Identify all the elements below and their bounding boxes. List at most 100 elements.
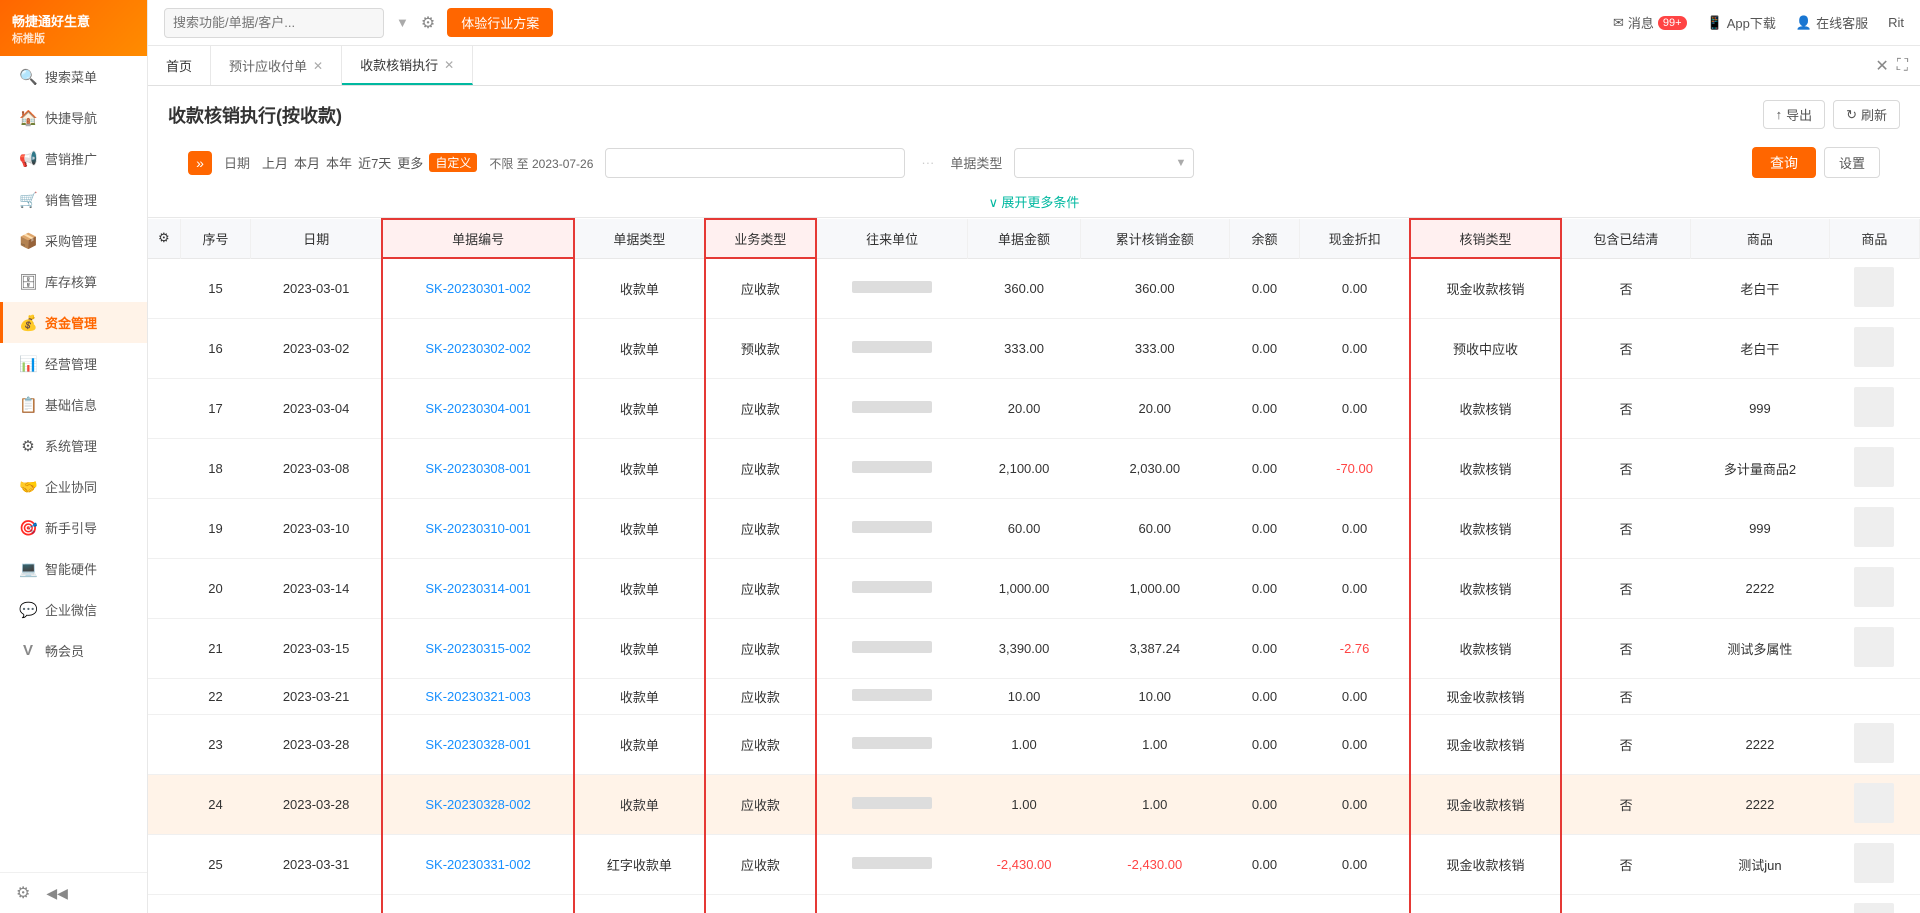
sidebar-item-hardware[interactable]: 💻 智能硬件 bbox=[0, 548, 147, 589]
td-cancel-type: 现金收款核销 bbox=[1410, 714, 1560, 774]
td-amount: 360.00 bbox=[968, 258, 1081, 318]
sidebar-item-purchase[interactable]: 📦 采购管理 bbox=[0, 220, 147, 261]
td-biz-type: 应收款 bbox=[705, 774, 816, 834]
voucher-no-link[interactable]: SK-20230310-001 bbox=[425, 521, 531, 536]
sidebar-item-marketing[interactable]: 📢 营销推广 bbox=[0, 138, 147, 179]
td-balance: 0.00 bbox=[1229, 258, 1300, 318]
td-date: 2023-03-31 bbox=[251, 834, 383, 894]
td-cancel-type: 现金收款核销 bbox=[1410, 774, 1560, 834]
td-cancel-type: 收款核销 bbox=[1410, 498, 1560, 558]
user-name: Rit bbox=[1888, 15, 1904, 30]
voucher-no-link[interactable]: SK-20230331-002 bbox=[425, 857, 531, 872]
td-biz-type: 预收款 bbox=[705, 894, 816, 913]
tab-payable[interactable]: 预计应收付单 ✕ bbox=[211, 46, 342, 85]
th-settings[interactable]: ⚙ bbox=[148, 219, 180, 258]
tab-close-icon[interactable]: ✕ bbox=[313, 59, 323, 73]
close-all-icon[interactable]: ✕ bbox=[1875, 56, 1888, 76]
filter-separator: ··· bbox=[917, 155, 938, 170]
td-amount: 20.00 bbox=[968, 378, 1081, 438]
export-button[interactable]: ↑ 导出 bbox=[1763, 100, 1826, 129]
tab-home[interactable]: 首页 bbox=[148, 46, 211, 85]
user-name-area[interactable]: Rit bbox=[1888, 15, 1904, 30]
online-service-area[interactable]: 👤 在线客服 bbox=[1796, 13, 1868, 32]
td-partner bbox=[816, 258, 968, 318]
filter-bar: » 日期 上月 本月 本年 近7天 更多 自定义 不限 至 2023-07-26… bbox=[168, 137, 1900, 188]
date-7days[interactable]: 近7天 bbox=[358, 153, 391, 172]
collapse-icon[interactable]: ◀◀ bbox=[46, 885, 68, 902]
td-biz-type: 应收款 bbox=[705, 438, 816, 498]
voucher-no-link[interactable]: SK-20230321-003 bbox=[425, 689, 531, 704]
voucher-no-link[interactable]: SK-20230302-002 bbox=[425, 341, 531, 356]
partner-input[interactable] bbox=[605, 148, 905, 178]
td-cancel-type: 收款核销 bbox=[1410, 438, 1560, 498]
sidebar-item-label: 畅会员 bbox=[45, 641, 84, 660]
expand-icon[interactable]: ⛶ bbox=[1897, 57, 1908, 75]
sidebar-item-member[interactable]: V 畅会员 bbox=[0, 630, 147, 671]
table-row: 23 2023-03-28 SK-20230328-001 收款单 应收款 1.… bbox=[148, 714, 1920, 774]
gear-icon[interactable]: ⚙ bbox=[421, 13, 435, 33]
voucher-no-link[interactable]: SK-20230304-001 bbox=[425, 401, 531, 416]
sidebar-item-search[interactable]: 🔍 搜索菜单 bbox=[0, 56, 147, 97]
td-amount: 1.00 bbox=[968, 714, 1081, 774]
sidebar-item-basic[interactable]: 📋 基础信息 bbox=[0, 384, 147, 425]
message-area[interactable]: ✉ 消息 99+ bbox=[1613, 13, 1687, 32]
voucher-type-input[interactable] bbox=[1014, 148, 1194, 178]
industry-solution-button[interactable]: 体验行业方案 bbox=[447, 8, 553, 37]
sidebar-item-guide[interactable]: 🎯 新手引导 bbox=[0, 507, 147, 548]
date-this-year[interactable]: 本年 bbox=[326, 153, 352, 172]
sidebar-item-label: 销售管理 bbox=[45, 190, 97, 209]
settings-icon[interactable]: ⚙ bbox=[16, 883, 30, 903]
td-voucher-type: 收款单 bbox=[574, 678, 705, 714]
td-product: 2222 bbox=[1691, 774, 1830, 834]
td-date: 2023-03-02 bbox=[251, 318, 383, 378]
sidebar-item-label: 库存核算 bbox=[45, 272, 97, 291]
td-partner bbox=[816, 558, 968, 618]
date-more[interactable]: 更多 bbox=[397, 153, 423, 172]
td-include-settled: 否 bbox=[1561, 714, 1691, 774]
expand-more-row[interactable]: ∨ 展开更多条件 bbox=[168, 188, 1900, 217]
td-cumulative: 10.00 bbox=[1080, 678, 1229, 714]
sidebar-item-wechat[interactable]: 💬 企业微信 bbox=[0, 589, 147, 630]
td-amount: 10.00 bbox=[968, 678, 1081, 714]
sidebar-item-shortcuts[interactable]: 🏠 快捷导航 bbox=[0, 97, 147, 138]
voucher-no-link[interactable]: SK-20230308-001 bbox=[425, 461, 531, 476]
sidebar-item-inventory[interactable]: 🗄 库存核算 bbox=[0, 261, 147, 302]
tab-collection[interactable]: 收款核销执行 ✕ bbox=[342, 46, 473, 85]
setting-button[interactable]: 设置 bbox=[1824, 147, 1880, 178]
voucher-no-link[interactable]: SK-20230328-002 bbox=[425, 797, 531, 812]
td-include-settled: 否 bbox=[1561, 498, 1691, 558]
refresh-button[interactable]: ↻ 刷新 bbox=[1833, 100, 1900, 129]
td-include-settled: 否 bbox=[1561, 438, 1691, 498]
td-amount: 60.00 bbox=[968, 498, 1081, 558]
td-settings bbox=[148, 714, 180, 774]
voucher-no-link[interactable]: SK-20230314-001 bbox=[425, 581, 531, 596]
td-product: 测试多属性 bbox=[1691, 618, 1830, 678]
sidebar-item-sales[interactable]: 🛒 销售管理 bbox=[0, 179, 147, 220]
date-custom[interactable]: 自定义 bbox=[429, 153, 477, 172]
td-balance: 0.00 bbox=[1229, 438, 1300, 498]
voucher-no-link[interactable]: SK-20230301-002 bbox=[425, 281, 531, 296]
td-voucher-no: SK-20230304-001 bbox=[382, 378, 574, 438]
tab-close-icon[interactable]: ✕ bbox=[444, 58, 454, 72]
date-this-month[interactable]: 本月 bbox=[294, 153, 320, 172]
filter-expand-button[interactable]: » bbox=[188, 151, 212, 175]
td-date: 2023-04-03 bbox=[251, 894, 383, 913]
voucher-no-link[interactable]: SK-20230328-001 bbox=[425, 737, 531, 752]
sales-icon: 🛒 bbox=[19, 191, 37, 209]
app-download-area[interactable]: 📱 App下载 bbox=[1707, 13, 1776, 32]
td-partner bbox=[816, 774, 968, 834]
td-settings bbox=[148, 438, 180, 498]
topbar-search-input[interactable] bbox=[164, 8, 384, 38]
sidebar-item-system[interactable]: ⚙ 系统管理 bbox=[0, 425, 147, 466]
date-last-month[interactable]: 上月 bbox=[262, 153, 288, 172]
sidebar-item-enterprise[interactable]: 🤝 企业协同 bbox=[0, 466, 147, 507]
query-button[interactable]: 查询 bbox=[1752, 147, 1816, 178]
sidebar-item-finance[interactable]: 💰 资金管理 bbox=[0, 302, 147, 343]
td-product: 老白干 bbox=[1691, 318, 1830, 378]
td-product2 bbox=[1829, 678, 1919, 714]
th-cancel-type: 核销类型 bbox=[1410, 219, 1560, 258]
voucher-no-link[interactable]: SK-20230315-002 bbox=[425, 641, 531, 656]
td-partner bbox=[816, 378, 968, 438]
tabbar: 首页 预计应收付单 ✕ 收款核销执行 ✕ ✕ ⛶ bbox=[148, 46, 1920, 86]
sidebar-item-operation[interactable]: 📊 经营管理 bbox=[0, 343, 147, 384]
